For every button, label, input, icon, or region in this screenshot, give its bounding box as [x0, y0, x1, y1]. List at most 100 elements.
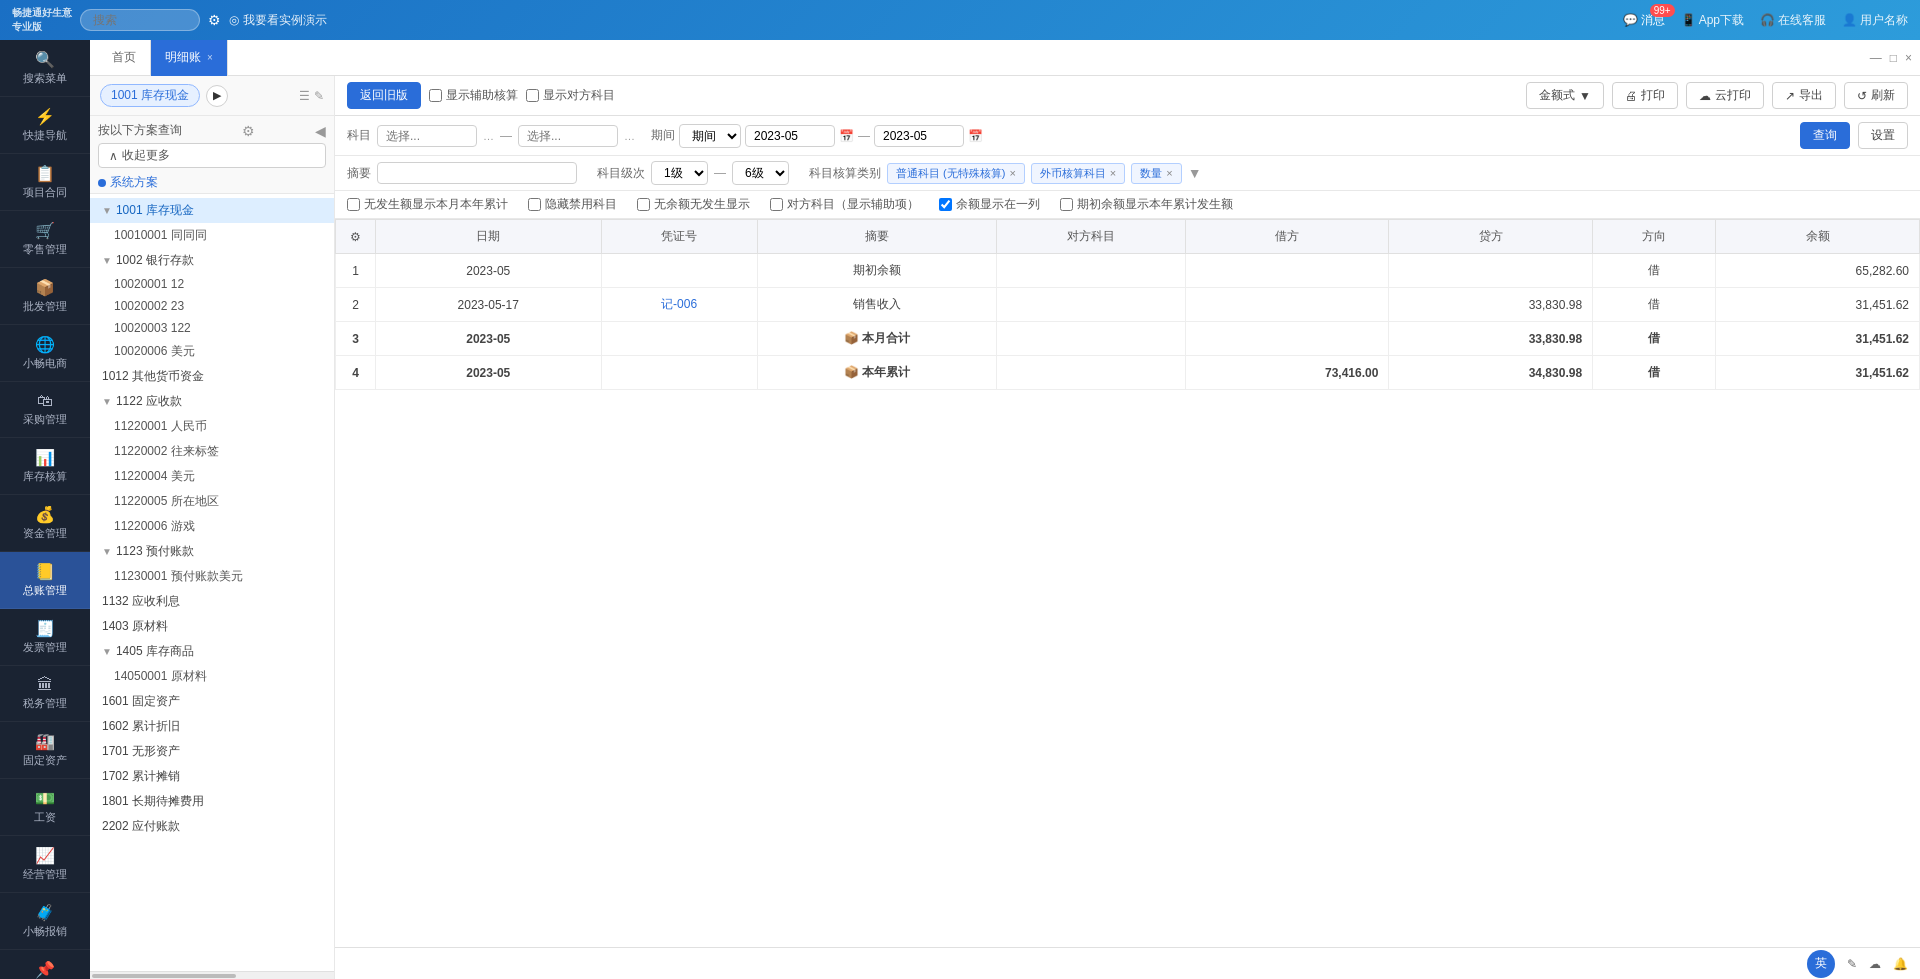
sidebar-item-project[interactable]: 📋 项目合同 [0, 154, 90, 211]
tree-node-11220005[interactable]: 11220005 所在地区 [90, 489, 334, 514]
col-settings[interactable]: ⚙ [336, 220, 376, 254]
lang-btn[interactable]: 英 [1807, 950, 1835, 978]
opt-no-balance[interactable]: 无余额无发生显示 [637, 196, 750, 213]
query-scheme-label[interactable]: 系统方案 [98, 174, 326, 191]
tree-nav-next[interactable]: ▶ [206, 85, 228, 107]
refresh-btn[interactable]: ↺ 刷新 [1844, 82, 1908, 109]
period-type-select[interactable]: 期间 [679, 124, 741, 148]
period-start-input[interactable] [745, 125, 835, 147]
sidebar-item-ecommerce[interactable]: 🌐 小畅电商 [0, 325, 90, 382]
calendar-icon2[interactable]: 📅 [968, 129, 983, 143]
online-service-link[interactable]: 🎧 在线客服 [1760, 12, 1826, 29]
app-download-link[interactable]: 📱 App下载 [1681, 12, 1744, 29]
query-settings-icon[interactable]: ⚙ [242, 123, 255, 139]
message-btn[interactable]: 💬 消息 99+ [1623, 12, 1665, 29]
tree-node-1602[interactable]: 1602 累计折旧 [90, 714, 334, 739]
user-profile-link[interactable]: 👤 用户名称 [1842, 12, 1908, 29]
opt-balance-one-col[interactable]: 余额显示在一列 [939, 196, 1040, 213]
tree-node-1601[interactable]: 1601 固定资产 [90, 689, 334, 714]
subject-input-from[interactable] [377, 125, 477, 147]
tree-selected-tag[interactable]: 1001 库存现金 [100, 84, 200, 107]
sidebar-item-quicknav[interactable]: ⚡ 快捷导航 [0, 97, 90, 154]
sidebar-item-search[interactable]: 🔍 搜索菜单 [0, 40, 90, 97]
tree-node-1702[interactable]: 1702 累计摊销 [90, 764, 334, 789]
cloud-print-btn[interactable]: ☁ 云打印 [1686, 82, 1764, 109]
edit-icon[interactable]: ✎ [1847, 957, 1857, 971]
top-search-input[interactable] [80, 9, 200, 31]
tree-node-11220002[interactable]: 11220002 往来标签 [90, 439, 334, 464]
sidebar-item-ledger[interactable]: 📒 总账管理 [0, 552, 90, 609]
subject-input-to[interactable] [518, 125, 618, 147]
tree-node-10020002[interactable]: 10020002 23 [90, 295, 334, 317]
gear-icon[interactable]: ⚙ [208, 12, 221, 28]
notification-icon[interactable]: 🔔 [1893, 957, 1908, 971]
return-old-btn[interactable]: 返回旧版 [347, 82, 421, 109]
tree-node-1012[interactable]: 1012 其他货币资金 [90, 364, 334, 389]
opt-hide-disabled[interactable]: 隐藏禁用科目 [528, 196, 617, 213]
opt-opening-ytd[interactable]: 期初余额显示本年累计发生额 [1060, 196, 1233, 213]
opt-no-occurrence[interactable]: 无发生额显示本月本年累计 [347, 196, 508, 213]
period-end-input[interactable] [874, 125, 964, 147]
tree-node-11220006[interactable]: 11220006 游戏 [90, 514, 334, 539]
query-btn[interactable]: 查询 [1800, 122, 1850, 149]
tag-remove-1[interactable]: × [1009, 167, 1015, 179]
sidebar-item-salary[interactable]: 💵 工资 [0, 779, 90, 836]
query-collapse-icon[interactable]: ◀ [315, 123, 326, 139]
tree-node-1001[interactable]: ▼ 1001 库存现金 [90, 198, 334, 223]
tree-node-1801[interactable]: 1801 长期待摊费用 [90, 789, 334, 814]
window-close-icon[interactable]: × [1905, 51, 1912, 65]
sidebar-item-expense[interactable]: 🧳 小畅报销 [0, 893, 90, 950]
tab-home[interactable]: 首页 [98, 40, 151, 76]
tree-node-11220001[interactable]: 11220001 人民币 [90, 414, 334, 439]
sidebar-item-finance[interactable]: 💰 资金管理 [0, 495, 90, 552]
tree-node-10020003[interactable]: 10020003 122 [90, 317, 334, 339]
tree-node-2202[interactable]: 2202 应付账款 [90, 814, 334, 839]
sidebar-item-purchase[interactable]: 🛍 采购管理 [0, 382, 90, 438]
tree-scrollbar[interactable] [90, 971, 334, 979]
tree-edit-icon[interactable]: ✎ [314, 89, 324, 103]
tree-node-1405[interactable]: ▼ 1405 库存商品 [90, 639, 334, 664]
tree-node-1403[interactable]: 1403 原材料 [90, 614, 334, 639]
sidebar-item-assets[interactable]: 🏭 固定资产 [0, 722, 90, 779]
tree-filter-icon[interactable]: ☰ [299, 89, 310, 103]
level-from-select[interactable]: 1级 [651, 161, 708, 185]
tab-detail[interactable]: 明细账 × [151, 40, 228, 76]
window-restore-icon[interactable]: □ [1890, 51, 1897, 65]
tag-remove-2[interactable]: × [1110, 167, 1116, 179]
show-contra-checkbox[interactable]: 显示对方科目 [526, 87, 615, 104]
query-toggle-btn[interactable]: ∧ 收起更多 [98, 143, 326, 168]
tree-node-1122[interactable]: ▼ 1122 应收款 [90, 389, 334, 414]
demo-link[interactable]: ◎ 我要看实例演示 [229, 12, 327, 29]
level-to-select[interactable]: 6级 [732, 161, 789, 185]
opt-contra-subject[interactable]: 对方科目（显示辅助项） [770, 196, 919, 213]
sidebar-item-inventory[interactable]: 📊 库存核算 [0, 438, 90, 495]
tree-node-11220004[interactable]: 11220004 美元 [90, 464, 334, 489]
voucher-link[interactable]: 记-006 [661, 297, 697, 311]
settings-btn[interactable]: 设置 [1858, 122, 1908, 149]
print-btn[interactable]: 🖨 打印 [1612, 82, 1678, 109]
tree-node-1002[interactable]: ▼ 1002 银行存款 [90, 248, 334, 273]
format-dropdown-btn[interactable]: 金额式 ▼ [1526, 82, 1604, 109]
tag-remove-3[interactable]: × [1166, 167, 1172, 179]
tree-node-14050001[interactable]: 14050001 原材料 [90, 664, 334, 689]
tree-node-10020006[interactable]: 10020006 美元 [90, 339, 334, 364]
sidebar-item-wholesale[interactable]: 📦 批发管理 [0, 268, 90, 325]
cloud-sync-icon[interactable]: ☁ [1869, 957, 1881, 971]
dropdown-more-icon[interactable]: ▼ [1188, 165, 1202, 181]
show-aux-checkbox[interactable]: 显示辅助核算 [429, 87, 518, 104]
sidebar-item-retail[interactable]: 🛒 零售管理 [0, 211, 90, 268]
window-minimize-icon[interactable]: — [1870, 51, 1882, 65]
sidebar-item-tax[interactable]: 🏛 税务管理 [0, 666, 90, 722]
export-btn[interactable]: ↗ 导出 [1772, 82, 1836, 109]
tree-node-1701[interactable]: 1701 无形资产 [90, 739, 334, 764]
tab-close-icon[interactable]: × [207, 52, 213, 63]
sidebar-item-invoice[interactable]: 🧾 发票管理 [0, 609, 90, 666]
tree-node-1132[interactable]: 1132 应收利息 [90, 589, 334, 614]
calendar-icon[interactable]: 📅 [839, 129, 854, 143]
summary-input[interactable] [377, 162, 577, 184]
tree-node-11230001[interactable]: 11230001 预付账款美元 [90, 564, 334, 589]
tree-node-10020001[interactable]: 10020001 12 [90, 273, 334, 295]
sidebar-item-basics[interactable]: 📌 基础信息 [0, 950, 90, 979]
tree-node-10010001[interactable]: 10010001 同同同 [90, 223, 334, 248]
sidebar-item-operations[interactable]: 📈 经营管理 [0, 836, 90, 893]
